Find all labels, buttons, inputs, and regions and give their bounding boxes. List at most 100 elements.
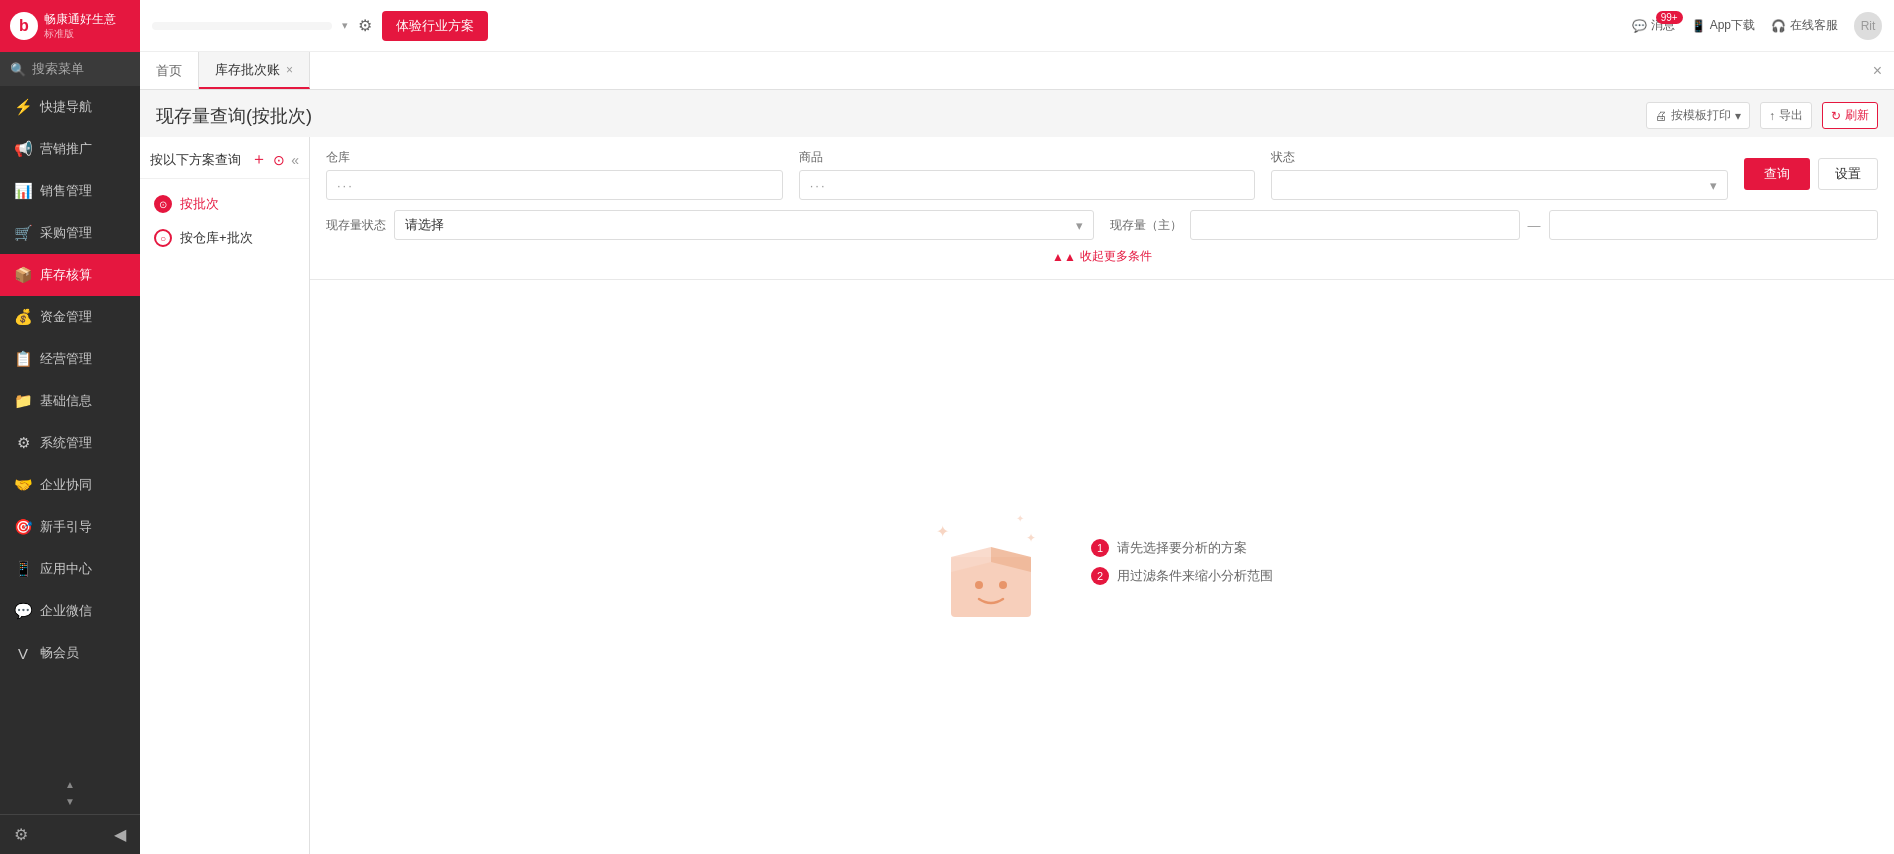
filter-inventory-status-select[interactable]: 请选择 ▾ [394, 210, 1094, 240]
scheme-collapse-button[interactable]: « [291, 152, 299, 168]
sidebar-item-system[interactable]: ⚙ 系统管理 [0, 422, 140, 464]
tab-home[interactable]: 首页 [140, 52, 199, 89]
filter-warehouse-label: 仓库 [326, 149, 783, 166]
filter-product-input[interactable]: ··· [799, 170, 1256, 200]
collapse-more-button[interactable]: ▲▲ 收起更多条件 [326, 240, 1878, 267]
filter-main-qty-from[interactable] [1190, 210, 1520, 240]
export-button[interactable]: ↑ 导出 [1760, 102, 1812, 129]
sidebar-item-enterprise[interactable]: 🤝 企业协同 [0, 464, 140, 506]
scroll-up-btn[interactable]: ▲ [62, 776, 78, 793]
scheme-panel: 按以下方案查询 ＋ ⊙ « ⊙ 按批次 ○ 按仓库+批次 [140, 137, 310, 854]
topbar-search-box[interactable] [152, 22, 332, 30]
collapse-up-icon: ▲▲ [1052, 250, 1076, 264]
sidebar-item-marketing[interactable]: 📢 营销推广 [0, 128, 140, 170]
sidebar-item-label: 企业协同 [40, 476, 92, 494]
refresh-button[interactable]: ↻ 刷新 [1822, 102, 1878, 129]
sidebar-item-purchase[interactable]: 🛒 采购管理 [0, 212, 140, 254]
apps-icon: 📱 [14, 560, 32, 578]
sidebar-item-apps[interactable]: 📱 应用中心 [0, 548, 140, 590]
sidebar-item-basic[interactable]: 📁 基础信息 [0, 380, 140, 422]
filter-status-select[interactable]: ▾ [1271, 170, 1728, 200]
warehouse-input-dots: ··· [337, 178, 354, 193]
app-download-button[interactable]: 📱 App下载 [1691, 17, 1755, 34]
scheme-list: ⊙ 按批次 ○ 按仓库+批次 [140, 179, 309, 263]
brand-logo: b [10, 12, 38, 40]
product-input-dots: ··· [810, 178, 827, 193]
download-icon: 📱 [1691, 19, 1706, 33]
topbar: ▾ ⚙ 体验行业方案 💬 消息 99+ 📱 App下载 🎧 在线客服 Rit [140, 0, 1894, 52]
scheme-add-button[interactable]: ＋ [251, 149, 267, 170]
sidebar-search-label: 搜索菜单 [32, 60, 84, 78]
filter-status-label: 状态 [1271, 149, 1728, 166]
filter-warehouse-input[interactable]: ··· [326, 170, 783, 200]
sidebar-item-finance[interactable]: 💰 资金管理 [0, 296, 140, 338]
basic-icon: 📁 [14, 392, 32, 410]
sidebar-item-label: 库存核算 [40, 266, 92, 284]
scheme-settings-button[interactable]: ⊙ [273, 152, 285, 168]
vip-icon: V [14, 644, 32, 662]
footer-settings-icon[interactable]: ⚙ [14, 825, 28, 844]
svg-text:✦: ✦ [1026, 531, 1036, 545]
settings-button[interactable]: 设置 [1818, 158, 1878, 190]
online-service-button[interactable]: 🎧 在线客服 [1771, 17, 1838, 34]
scheme-item-by-batch[interactable]: ⊙ 按批次 [140, 187, 309, 221]
sidebar-footer: ⚙ ◀ [0, 814, 140, 854]
empty-step-1-text: 请先选择要分析的方案 [1117, 539, 1247, 557]
empty-step-1: 1 请先选择要分析的方案 [1091, 539, 1273, 557]
main-content: 首页 库存批次账 × × 现存量查询(按批次) 🖨 按模板打印 ▾ ↑ 导出 ↻… [140, 52, 1894, 854]
sidebar-item-inventory[interactable]: 📦 库存核算 [0, 254, 140, 296]
sidebar-item-label: 快捷导航 [40, 98, 92, 116]
purchase-icon: 🛒 [14, 224, 32, 242]
sales-icon: 📊 [14, 182, 32, 200]
inventory-status-arrow: ▾ [1076, 218, 1083, 233]
service-icon: 🎧 [1771, 19, 1786, 33]
sidebar-header: b 畅康通好生意 标准版 [0, 0, 140, 52]
collapse-more-label: 收起更多条件 [1080, 248, 1152, 265]
filter-product-group: 商品 ··· [799, 149, 1256, 200]
inventory-icon: 📦 [14, 266, 32, 284]
sidebar-item-label: 营销推广 [40, 140, 92, 158]
user-name: Rit [1861, 19, 1876, 33]
filter-row-1: 仓库 ··· 商品 ··· 状态 [326, 149, 1878, 200]
tab-inventory-batch[interactable]: 库存批次账 × [199, 52, 310, 89]
topbar-gear-icon[interactable]: ⚙ [358, 16, 372, 35]
scheme-item-label: 按仓库+批次 [180, 229, 253, 247]
messages-button[interactable]: 💬 消息 99+ [1632, 17, 1675, 34]
query-button[interactable]: 查询 [1744, 158, 1810, 190]
sidebar-item-operations[interactable]: 📋 经营管理 [0, 338, 140, 380]
export-icon: ↑ [1769, 109, 1775, 123]
tab-active-label: 库存批次账 [215, 61, 280, 79]
refresh-label: 刷新 [1845, 107, 1869, 124]
brand-name: 畅康通好生意 [44, 11, 116, 28]
print-button[interactable]: 🖨 按模板打印 ▾ [1646, 102, 1750, 129]
trial-button[interactable]: 体验行业方案 [382, 11, 488, 41]
search-icon: 🔍 [10, 62, 26, 77]
sidebar-search[interactable]: 🔍 搜索菜单 [0, 52, 140, 86]
svg-point-3 [975, 581, 983, 589]
topbar-dropdown-arrow[interactable]: ▾ [342, 19, 348, 32]
messages-badge: 99+ [1656, 11, 1683, 24]
sidebar-item-newbie[interactable]: 🎯 新手引导 [0, 506, 140, 548]
scheme-item-by-warehouse-batch[interactable]: ○ 按仓库+批次 [140, 221, 309, 255]
sidebar-item-quick-nav[interactable]: ⚡ 快捷导航 [0, 86, 140, 128]
quick-nav-icon: ⚡ [14, 98, 32, 116]
sidebar-item-wechat[interactable]: 💬 企业微信 [0, 590, 140, 632]
tabs-right-close[interactable]: × [1861, 62, 1894, 80]
scroll-down-btn[interactable]: ▼ [62, 793, 78, 810]
finance-icon: 💰 [14, 308, 32, 326]
tab-close-icon[interactable]: × [286, 63, 293, 77]
user-avatar-button[interactable]: Rit [1854, 12, 1882, 40]
print-dropdown-arrow[interactable]: ▾ [1735, 109, 1741, 123]
scheme-item-icon: ○ [154, 229, 172, 247]
footer-collapse-icon[interactable]: ◀ [114, 825, 126, 844]
content-area: 按以下方案查询 ＋ ⊙ « ⊙ 按批次 ○ 按仓库+批次 [140, 137, 1894, 854]
brand-edition: 标准版 [44, 27, 116, 41]
sidebar-item-sales[interactable]: 📊 销售管理 [0, 170, 140, 212]
print-icon: 🖨 [1655, 109, 1667, 123]
filter-main-qty-to[interactable] [1549, 210, 1879, 240]
operations-icon: 📋 [14, 350, 32, 368]
filter-main-qty-label: 现存量（主） [1110, 217, 1182, 234]
sidebar-item-label: 新手引导 [40, 518, 92, 536]
sidebar-item-vip[interactable]: V 畅会员 [0, 632, 140, 674]
step-num-2: 2 [1091, 567, 1109, 585]
